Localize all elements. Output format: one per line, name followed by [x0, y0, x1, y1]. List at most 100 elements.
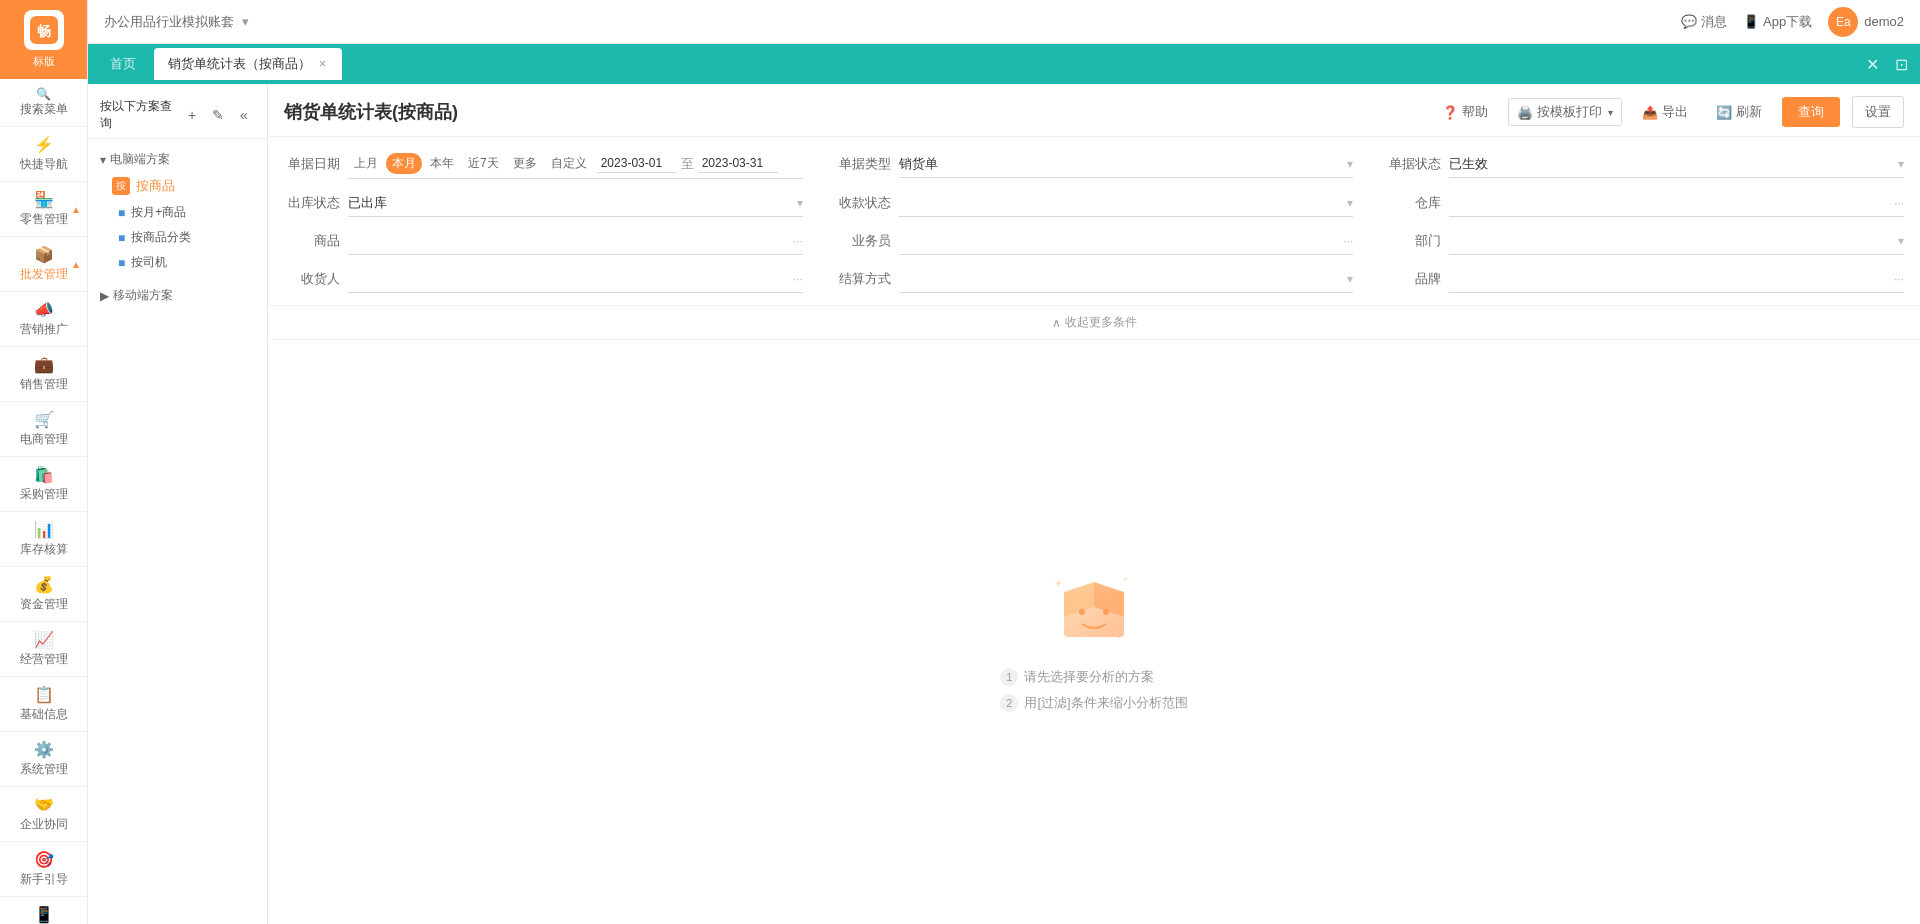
doc-type-field[interactable]: 销货单 ▾	[899, 150, 1354, 178]
query-button[interactable]: 查询	[1782, 97, 1840, 127]
edit-scheme-button[interactable]: ✎	[207, 104, 229, 126]
tab-close-button[interactable]: ×	[317, 55, 328, 73]
out-status-label: 出库状态	[284, 194, 340, 212]
date-more-button[interactable]: 更多	[507, 153, 543, 174]
sidebar-item-wholesale[interactable]: 📦 批发管理 ▲	[0, 237, 87, 292]
sidebar-item-search[interactable]: 🔍 搜索菜单	[0, 79, 87, 127]
empty-state: ✦ ✦ ✦ 1 请先选择要分析的方案 2 用[过滤]条件来缩小分析范围	[268, 340, 1920, 924]
tab-report-label: 销货单统计表（按商品）	[168, 55, 311, 73]
ecommerce-icon: 🛒	[34, 410, 54, 429]
collapse-panel-button[interactable]: «	[233, 104, 255, 126]
collapse-bar[interactable]: ∧ 收起更多条件	[268, 306, 1920, 340]
avatar-text: Ea	[1836, 15, 1851, 29]
add-scheme-button[interactable]: +	[181, 104, 203, 126]
date-to-input[interactable]	[698, 154, 778, 173]
date-this-month-button[interactable]: 本月	[386, 153, 422, 174]
by-month-icon: ■	[118, 206, 125, 220]
sidebar-item-operations[interactable]: 📈 经营管理	[0, 622, 87, 677]
help-label: 帮助	[1462, 103, 1488, 121]
date-quick-buttons: 上月 本月 本年 近7天 更多 自定义	[348, 153, 593, 174]
sidebar-item-appcenter[interactable]: 📱 应用中心	[0, 897, 87, 924]
field-date: 单据日期 上月 本月 本年 近7天 更多 自定义 至	[284, 149, 803, 179]
industry-dropdown-icon[interactable]: ▾	[242, 14, 249, 29]
mobile-group-title[interactable]: ▶ 移动端方案	[88, 283, 267, 308]
tab-home[interactable]: 首页	[96, 48, 150, 80]
newbie-icon: 🎯	[34, 850, 54, 869]
date-this-year-button[interactable]: 本年	[424, 153, 460, 174]
sidebar-item-basic[interactable]: 📋 基础信息	[0, 677, 87, 732]
tab-report[interactable]: 销货单统计表（按商品） ×	[154, 48, 342, 80]
doc-status-field[interactable]: 已生效 ▾	[1449, 150, 1904, 178]
date-last-7days-button[interactable]: 近7天	[462, 153, 505, 174]
sidebar-item-newbie[interactable]: 🎯 新手引导	[0, 842, 87, 897]
payment-status-field[interactable]: ▾	[899, 189, 1354, 217]
template-print-button[interactable]: 🖨️ 按模板打印 ▾	[1508, 98, 1622, 126]
date-last-month-button[interactable]: 上月	[348, 153, 384, 174]
sidebar-item-purchase[interactable]: 🛍️ 采购管理	[0, 457, 87, 512]
filter-item-by-printer[interactable]: ■ 按司机	[88, 250, 267, 275]
empty-step-2-text: 用[过滤]条件来缩小分析范围	[1024, 694, 1187, 712]
sidebar-ecommerce-label: 电商管理	[20, 431, 68, 448]
retail-icon: 🏪	[34, 190, 54, 209]
out-status-value: 已出库	[348, 194, 387, 212]
expand-dot-wholesale-icon: ▲	[71, 259, 81, 270]
sidebar-item-sales[interactable]: 💼 销售管理	[0, 347, 87, 402]
sidebar-item-enterprise[interactable]: 🤝 企业协同	[0, 787, 87, 842]
main-area: 办公用品行业模拟账套 ▾ 💬 消息 📱 App下载 Ea demo2 首页	[88, 0, 1920, 924]
filter-item-by-month-product[interactable]: ■ 按月+商品	[88, 200, 267, 225]
export-button[interactable]: 📤 导出	[1634, 99, 1696, 125]
app-subtitle: 标版	[33, 54, 55, 69]
salesperson-field[interactable]: ···	[899, 227, 1354, 255]
date-from-input[interactable]	[597, 154, 677, 173]
warehouse-field[interactable]: ···	[1449, 189, 1904, 217]
filter-item-by-product[interactable]: 按 按商品	[88, 172, 267, 200]
tab-close-window-button[interactable]: ✕	[1862, 51, 1883, 78]
filter-form: 单据日期 上月 本月 本年 近7天 更多 自定义 至	[268, 137, 1920, 306]
field-product: 商品 ···	[284, 227, 803, 255]
user-profile[interactable]: Ea demo2	[1828, 7, 1904, 37]
brand-field[interactable]: ···	[1449, 265, 1904, 293]
sidebar-item-ecommerce[interactable]: 🛒 电商管理	[0, 402, 87, 457]
sidebar-item-finance[interactable]: 💰 资金管理	[0, 567, 87, 622]
department-label: 部门	[1385, 232, 1441, 250]
sidebar-system-label: 系统管理	[20, 761, 68, 778]
brand-more-icon: ···	[1894, 272, 1904, 286]
field-doc-type: 单据类型 销货单 ▾	[835, 150, 1354, 178]
sales-icon: 💼	[34, 355, 54, 374]
settlement-field[interactable]: ▾	[899, 265, 1354, 293]
warehouse-label: 仓库	[1385, 194, 1441, 212]
sidebar-wholesale-label: 批发管理	[20, 266, 68, 283]
doc-status-label: 单据状态	[1385, 155, 1441, 173]
date-separator: 至	[681, 155, 694, 173]
sidebar-item-retail[interactable]: 🏪 零售管理 ▲	[0, 182, 87, 237]
tabbar-actions: ✕ ⊡	[1862, 51, 1912, 78]
filter-item-by-category-label: 按商品分类	[131, 229, 191, 246]
department-field[interactable]: ▾	[1449, 227, 1904, 255]
pc-group: ▾ 电脑端方案 按 按商品 ■ 按月+商品 ■ 按商品分类 ■ 按司	[88, 143, 267, 279]
tab-home-label: 首页	[110, 55, 136, 73]
out-status-field[interactable]: 已出库 ▾	[348, 189, 803, 217]
pc-group-title[interactable]: ▾ 电脑端方案	[88, 147, 267, 172]
sidebar-enterprise-label: 企业协同	[20, 816, 68, 833]
marketing-icon: 📣	[34, 300, 54, 319]
sidebar-item-inventory[interactable]: 📊 库存核算	[0, 512, 87, 567]
help-button[interactable]: ❓ 帮助	[1434, 99, 1496, 125]
product-field[interactable]: ···	[348, 227, 803, 255]
template-print-arrow-icon: ▾	[1608, 107, 1613, 118]
svg-point-3	[1079, 609, 1085, 615]
sidebar-operations-label: 经营管理	[20, 651, 68, 668]
message-button[interactable]: 💬 消息	[1681, 13, 1727, 31]
date-custom-button[interactable]: 自定义	[545, 153, 593, 174]
add-icon: +	[188, 107, 196, 123]
filter-item-by-category[interactable]: ■ 按商品分类	[88, 225, 267, 250]
sidebar-search-label: 搜索菜单	[20, 101, 68, 118]
sidebar-item-system[interactable]: ⚙️ 系统管理	[0, 732, 87, 787]
tab-maximize-button[interactable]: ⊡	[1891, 51, 1912, 78]
settings-button[interactable]: 设置	[1852, 96, 1904, 128]
app-download-button[interactable]: 📱 App下载	[1743, 13, 1812, 31]
field-doc-status: 单据状态 已生效 ▾	[1385, 150, 1904, 178]
consignee-field[interactable]: ···	[348, 265, 803, 293]
sidebar-item-marketing[interactable]: 📣 营销推广	[0, 292, 87, 347]
refresh-button[interactable]: 🔄 刷新	[1708, 99, 1770, 125]
sidebar-item-quick[interactable]: ⚡ 快捷导航	[0, 127, 87, 182]
